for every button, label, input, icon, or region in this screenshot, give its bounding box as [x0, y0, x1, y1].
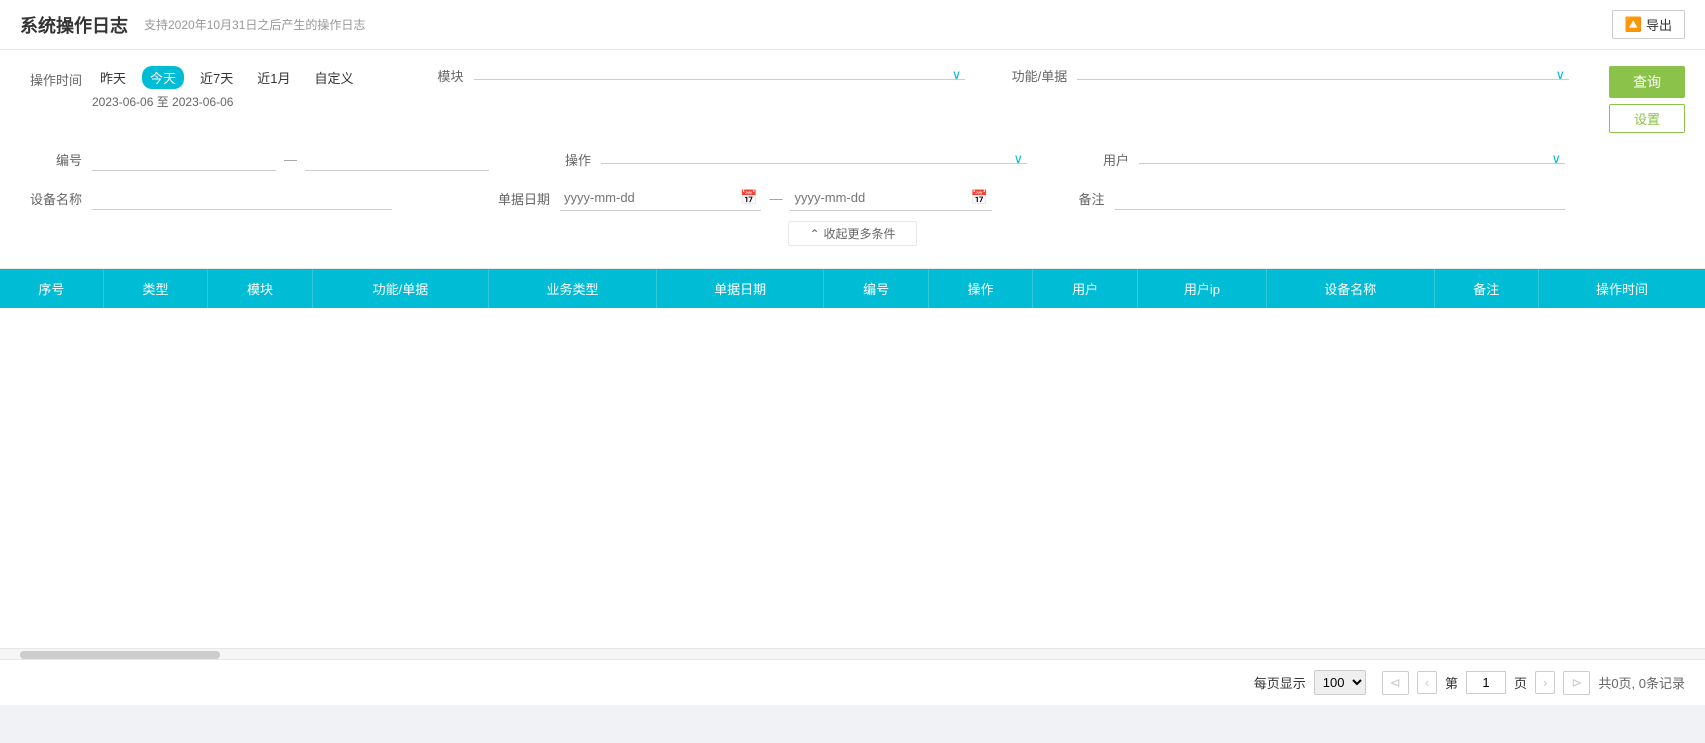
- op-chevron-icon: ∨: [1013, 151, 1023, 167]
- func-label: 功能/单据: [1005, 66, 1077, 85]
- date-btn-1month[interactable]: 近1月: [249, 66, 298, 89]
- horizontal-scrollbar[interactable]: [0, 648, 1705, 660]
- no-input-end[interactable]: [305, 147, 489, 171]
- last-page-button[interactable]: ⊳: [1563, 671, 1590, 695]
- export-button[interactable]: 🔼 导出: [1612, 10, 1685, 39]
- user-select[interactable]: ∨: [1139, 155, 1565, 164]
- page-header: 系统操作日志 支持2020年10月31日之后产生的操作日志 🔼 导出: [0, 0, 1705, 50]
- voucher-date-end-input[interactable]: [794, 190, 970, 205]
- func-select[interactable]: ∨: [1077, 71, 1569, 80]
- col-func: 功能/单据: [312, 269, 488, 308]
- collapse-bar: ⌃ 收起更多条件: [20, 215, 1685, 252]
- collapse-button[interactable]: ⌃ 收起更多条件: [788, 221, 916, 246]
- page-unit: 页: [1514, 673, 1527, 692]
- no-label: 编号: [20, 150, 92, 169]
- first-page-button[interactable]: ⊲: [1382, 671, 1409, 695]
- collapse-label: 收起更多条件: [824, 225, 896, 242]
- action-buttons: 查询 设置: [1609, 66, 1685, 133]
- filter-panel: 操作时间 昨天 今天 近7天 近1月 自定义 2023-06-06 至 2023…: [0, 50, 1705, 269]
- date-btn-custom[interactable]: 自定义: [307, 66, 362, 89]
- pagination-bar: 每页显示 100 50 200 ⊲ ‹ 第 页 › ⊳ 共0页, 0条记录: [0, 660, 1705, 705]
- op-select[interactable]: ∨: [601, 155, 1027, 164]
- table-container: 序号 类型 模块 功能/单据 业务类型 单据日期 编号 操作 用户 用户ip 设…: [0, 269, 1705, 648]
- voucher-date-start: 📅: [560, 185, 761, 211]
- voucher-date-end: 📅: [790, 185, 991, 211]
- col-remark: 备注: [1434, 269, 1538, 308]
- export-icon: 🔼: [1625, 16, 1642, 33]
- per-page-select[interactable]: 100 50 200: [1314, 670, 1366, 695]
- query-button[interactable]: 查询: [1609, 66, 1685, 98]
- date-btn-yesterday[interactable]: 昨天: [92, 66, 134, 89]
- page-total-text: 共0页, 0条记录: [1598, 673, 1685, 692]
- voucher-date-dash: —: [769, 191, 782, 206]
- col-voucher-date: 单据日期: [656, 269, 824, 308]
- no-dash: —: [284, 152, 297, 167]
- data-table: 序号 类型 模块 功能/单据 业务类型 单据日期 编号 操作 用户 用户ip 设…: [0, 269, 1705, 308]
- no-input-start[interactable]: [92, 147, 276, 171]
- page-label: 第: [1445, 673, 1458, 692]
- voucher-date-start-input[interactable]: [564, 190, 740, 205]
- device-input[interactable]: [92, 186, 392, 210]
- col-op: 操作: [928, 269, 1032, 308]
- remark-label: 备注: [1043, 189, 1115, 208]
- col-device: 设备名称: [1266, 269, 1434, 308]
- col-seq: 序号: [0, 269, 103, 308]
- date-filter-area: 昨天 今天 近7天 近1月 自定义 2023-06-06 至 2023-06-0…: [92, 66, 362, 110]
- op-label: 操作: [529, 150, 601, 169]
- calendar-icon-end[interactable]: 📅: [970, 189, 987, 206]
- col-user: 用户: [1033, 269, 1137, 308]
- module-select[interactable]: ∨: [474, 71, 966, 80]
- remark-input[interactable]: [1115, 186, 1566, 210]
- scrollbar-thumb[interactable]: [20, 651, 220, 659]
- module-chevron-icon: ∨: [952, 67, 962, 83]
- settings-button[interactable]: 设置: [1609, 104, 1685, 133]
- table-header-row: 序号 类型 模块 功能/单据 业务类型 单据日期 编号 操作 用户 用户ip 设…: [0, 269, 1705, 308]
- per-page-label: 每页显示: [1254, 673, 1306, 692]
- func-chevron-icon: ∨: [1555, 67, 1565, 83]
- date-range-text: 2023-06-06 至 2023-06-06: [92, 93, 362, 110]
- next-page-button[interactable]: ›: [1535, 671, 1555, 694]
- col-op-time: 操作时间: [1539, 269, 1705, 308]
- voucher-date-label: 单据日期: [480, 189, 560, 208]
- col-type: 类型: [103, 269, 207, 308]
- page-title: 系统操作日志: [20, 12, 128, 38]
- collapse-up-icon: ⌃: [809, 227, 819, 241]
- col-biz-type: 业务类型: [489, 269, 657, 308]
- date-btn-today[interactable]: 今天: [142, 66, 184, 89]
- user-chevron-icon: ∨: [1551, 151, 1561, 167]
- calendar-icon-start[interactable]: 📅: [740, 189, 757, 206]
- empty-area: [0, 308, 1705, 648]
- col-user-ip: 用户ip: [1137, 269, 1266, 308]
- user-label: 用户: [1067, 150, 1139, 169]
- time-label: 操作时间: [20, 70, 92, 89]
- date-btn-7days[interactable]: 近7天: [192, 66, 241, 89]
- device-label: 设备名称: [20, 189, 92, 208]
- page-subtitle: 支持2020年10月31日之后产生的操作日志: [144, 16, 365, 33]
- module-label: 模块: [402, 66, 474, 85]
- col-module: 模块: [208, 269, 312, 308]
- page-number-input[interactable]: [1466, 671, 1506, 694]
- col-no: 编号: [824, 269, 928, 308]
- prev-page-button[interactable]: ‹: [1417, 671, 1437, 694]
